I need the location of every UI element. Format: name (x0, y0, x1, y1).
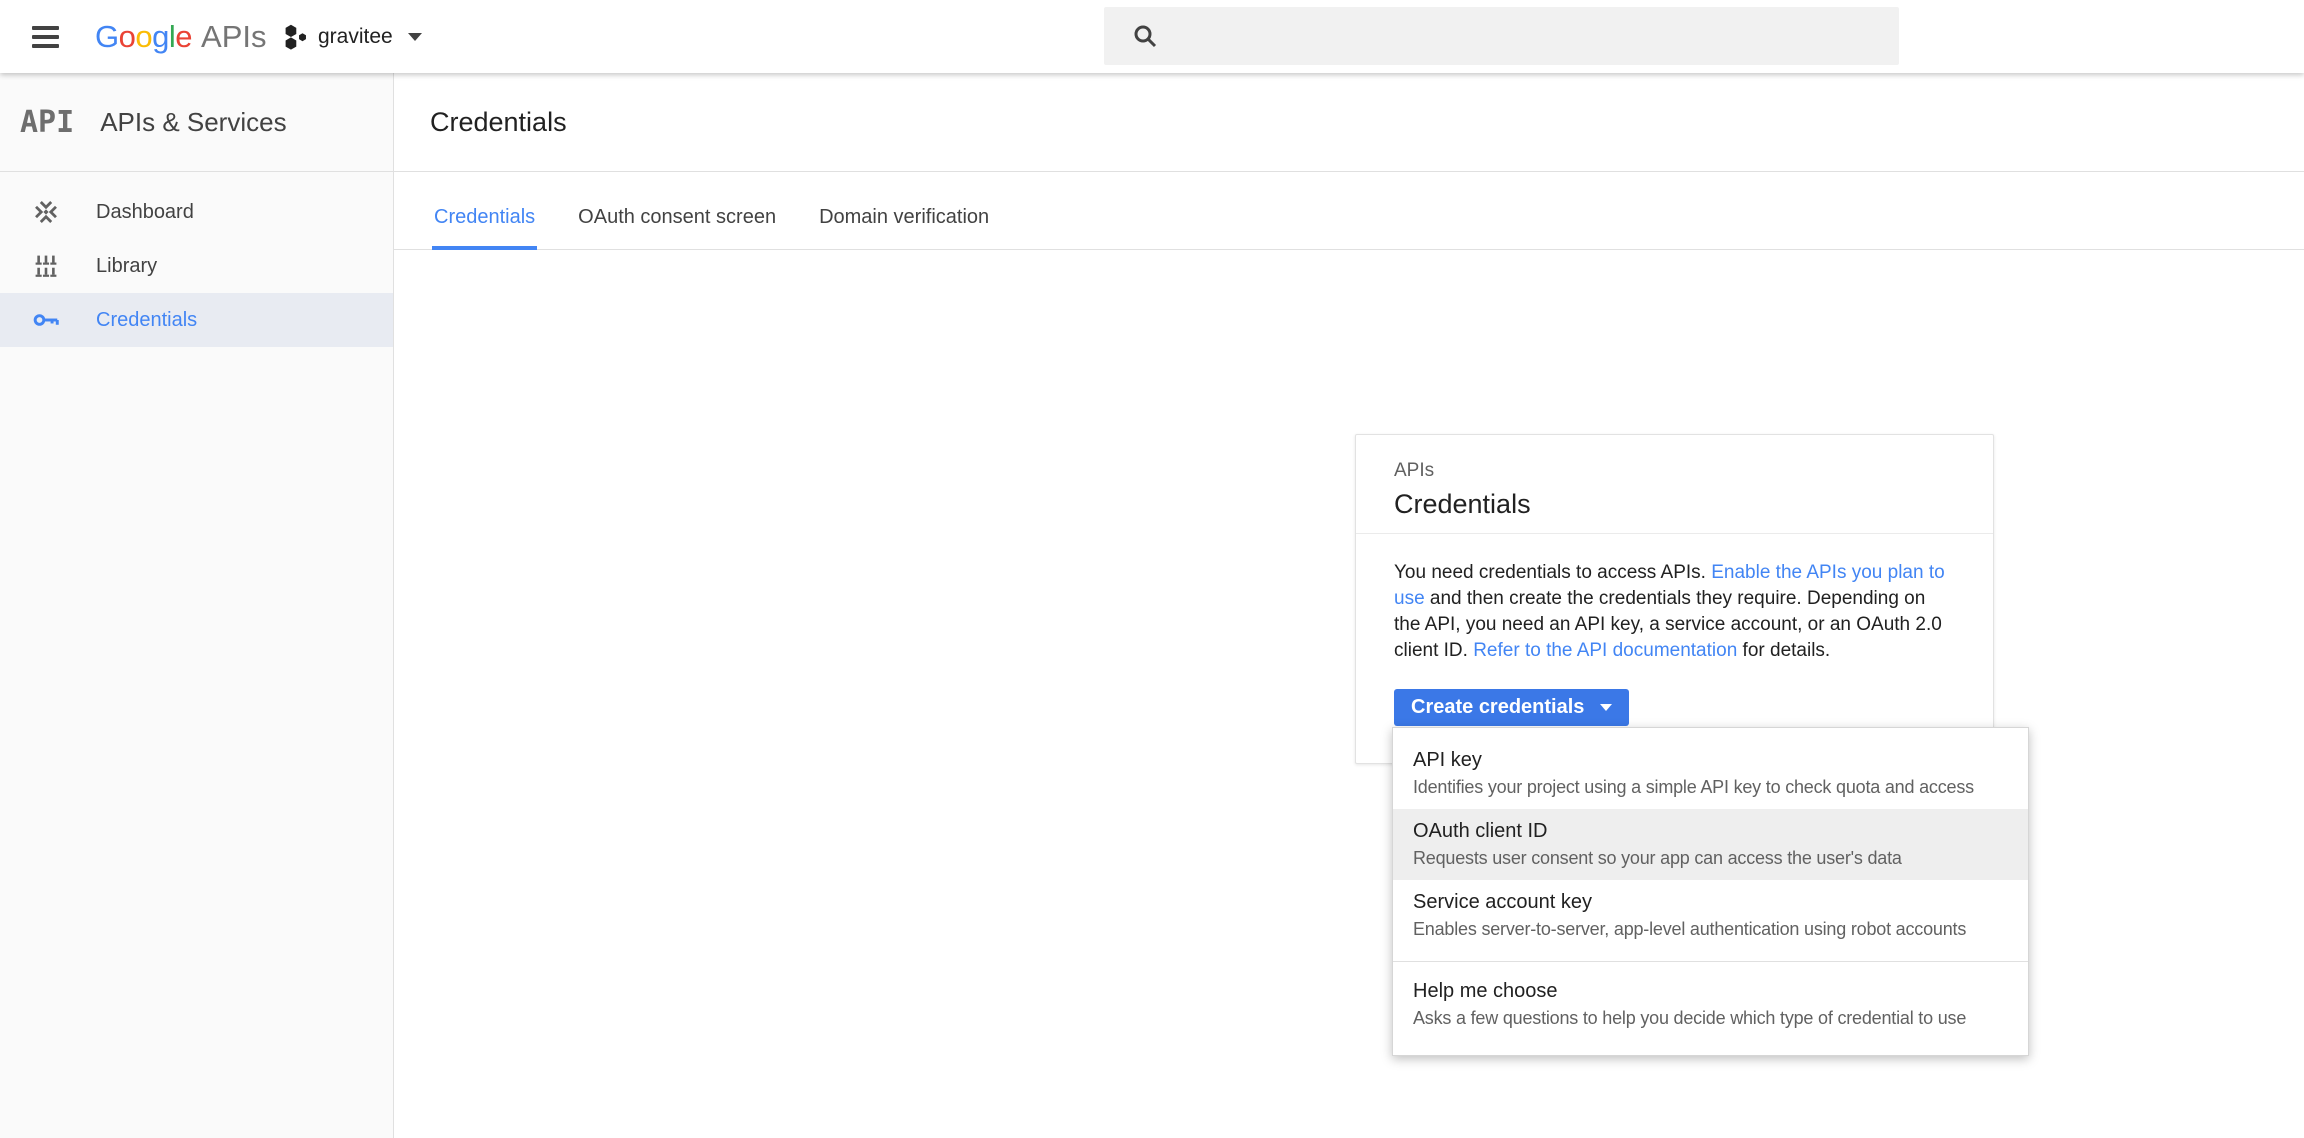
logo-suffix: APIs (201, 19, 266, 55)
card-description: You need credentials to access APIs. Ena… (1394, 560, 1955, 664)
key-icon (33, 307, 59, 333)
menu-item-title: Help me choose (1413, 978, 2008, 1005)
tab-credentials[interactable]: Credentials (432, 206, 537, 249)
topbar: Google APIs gravitee (0, 0, 2304, 73)
library-icon (33, 253, 59, 279)
menu-item-title: API key (1413, 747, 2008, 774)
tab-bar: Credentials OAuth consent screen Domain … (394, 172, 2304, 250)
project-hexagons-icon (283, 23, 309, 51)
card-body: You need credentials to access APIs. Ena… (1356, 534, 1993, 726)
google-apis-logo[interactable]: Google APIs (95, 0, 266, 73)
sidebar: API APIs & Services Dashboard (0, 73, 394, 1138)
sidebar-nav: Dashboard Library (0, 172, 393, 347)
main-header: Credentials (394, 73, 2304, 172)
menu-item-help-me-choose[interactable]: Help me choose Asks a few questions to h… (1393, 962, 2028, 1055)
tab-oauth-consent-screen[interactable]: OAuth consent screen (576, 206, 778, 249)
chevron-down-icon (408, 33, 422, 41)
menu-item-description: Enables server-to-server, app-level auth… (1413, 916, 2008, 942)
sidebar-item-dashboard[interactable]: Dashboard (0, 185, 393, 239)
menu-item-service-account-key[interactable]: Service account key Enables server-to-se… (1393, 880, 2028, 951)
search-bar[interactable] (1104, 7, 1899, 65)
dropdown-caret-icon (1600, 704, 1612, 711)
project-name: gravitee (318, 25, 393, 49)
search-icon (1132, 23, 1158, 49)
menu-item-oauth-client-id[interactable]: OAuth client ID Requests user consent so… (1393, 809, 2028, 880)
menu-item-description: Identifies your project using a simple A… (1413, 774, 2008, 800)
menu-item-title: OAuth client ID (1413, 818, 2008, 845)
sidebar-item-label: Dashboard (96, 201, 194, 224)
menu-item-api-key[interactable]: API key Identifies your project using a … (1393, 738, 2028, 809)
search-input[interactable] (1172, 6, 1899, 66)
sidebar-header: API APIs & Services (0, 73, 393, 172)
sidebar-item-credentials[interactable]: Credentials (0, 293, 393, 347)
page-title: Credentials (430, 107, 567, 138)
menu-item-description: Requests user consent so your app can ac… (1413, 845, 2008, 871)
menu-icon (32, 26, 59, 30)
create-credentials-label: Create credentials (1411, 696, 1584, 719)
menu-item-description: Asks a few questions to help you decide … (1413, 1005, 2008, 1031)
sidebar-item-library[interactable]: Library (0, 239, 393, 293)
sidebar-item-label: Library (96, 255, 157, 278)
logo-letter: G (95, 19, 119, 55)
hamburger-menu-button[interactable] (32, 26, 59, 48)
credentials-card: APIs Credentials You need credentials to… (1355, 434, 1994, 764)
project-selector[interactable]: gravitee (283, 0, 422, 73)
create-credentials-button[interactable]: Create credentials (1394, 689, 1629, 726)
card-header: APIs Credentials (1356, 435, 1993, 534)
sidebar-title: APIs & Services (100, 107, 286, 138)
api-documentation-link[interactable]: Refer to the API documentation (1473, 640, 1737, 661)
card-eyebrow: APIs (1394, 460, 1955, 482)
tab-domain-verification[interactable]: Domain verification (817, 206, 991, 249)
dashboard-icon (33, 199, 59, 225)
card-title: Credentials (1394, 489, 1955, 520)
sidebar-item-label: Credentials (96, 309, 197, 332)
menu-item-title: Service account key (1413, 889, 2008, 916)
api-logo: API (20, 105, 74, 140)
create-credentials-menu: API key Identifies your project using a … (1392, 727, 2029, 1056)
